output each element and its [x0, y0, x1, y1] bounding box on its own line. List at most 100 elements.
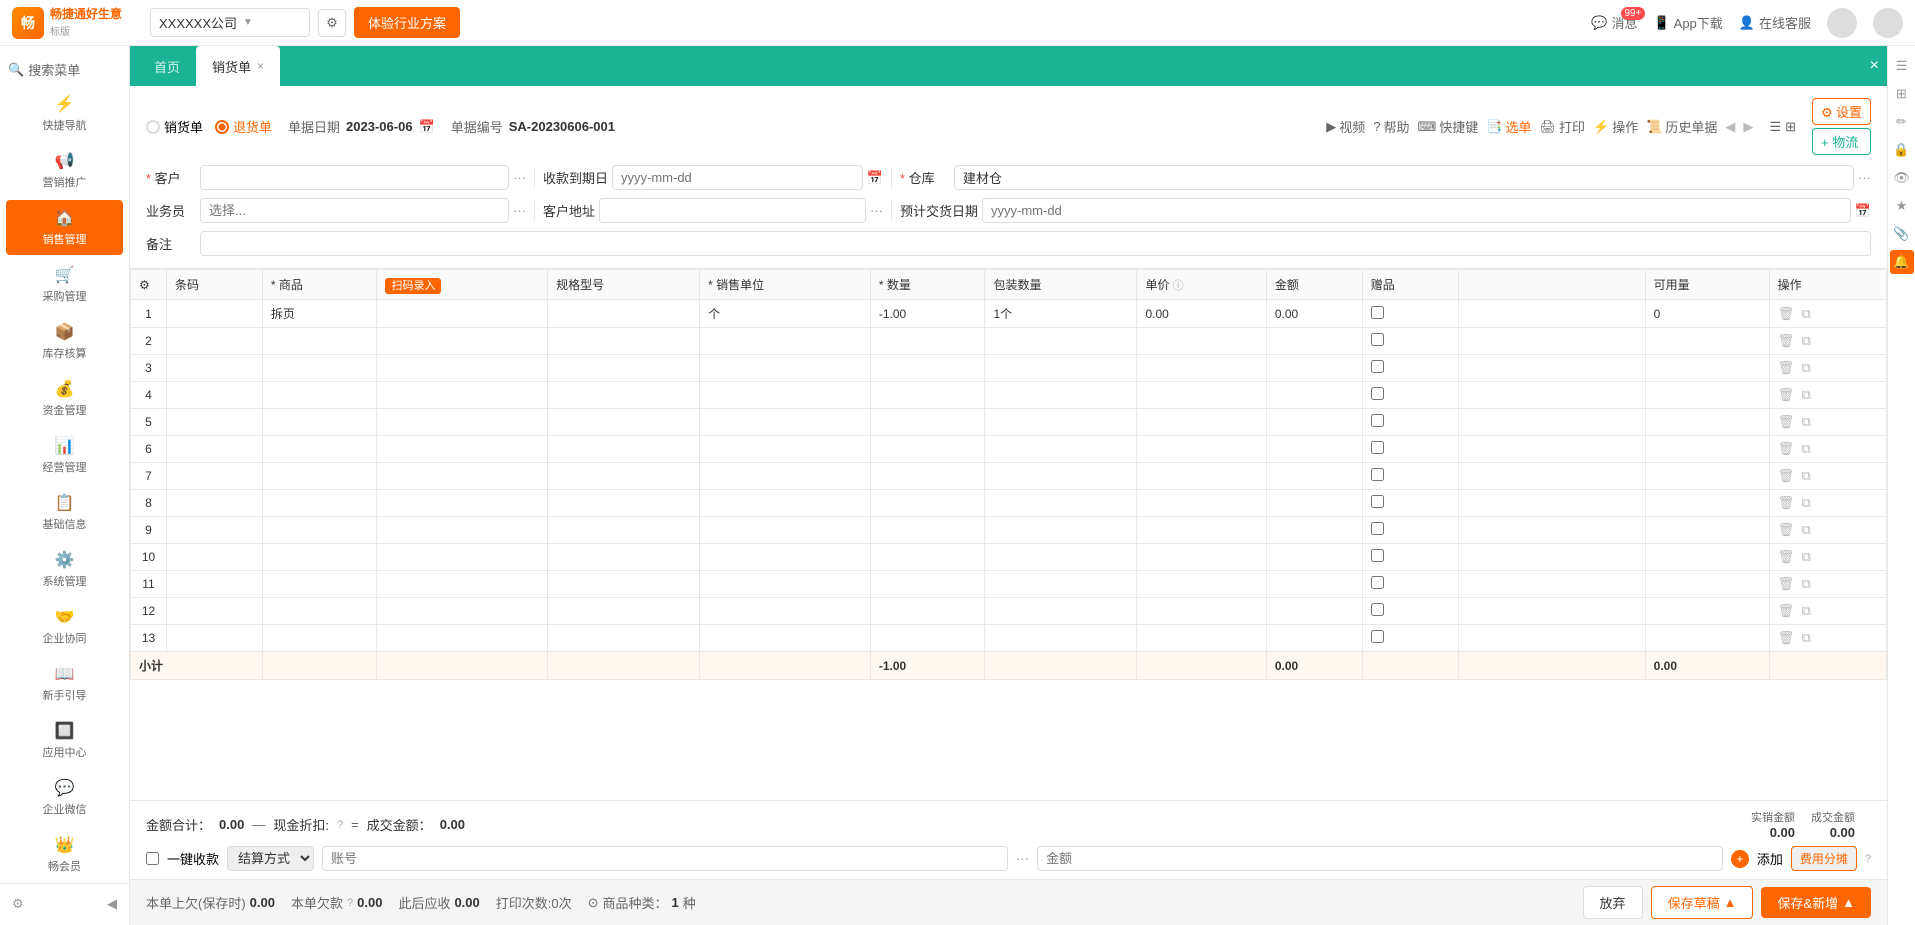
radio-sales-order[interactable]: 销货单 [146, 117, 203, 136]
sidebar-item-enterprise[interactable]: 🤝 企业协同 [6, 599, 123, 654]
row-product[interactable] [262, 409, 377, 436]
row-unit-price[interactable] [1137, 436, 1266, 463]
row-amount[interactable] [1266, 382, 1362, 409]
rt-pencil-btn[interactable]: ✏ [1890, 110, 1914, 134]
radio-return-order[interactable]: 退货单 [215, 117, 272, 136]
doc-num-value[interactable]: SA-20230606-001 [509, 119, 615, 134]
sidebar-item-inventory[interactable]: 📦 库存核算 [6, 314, 123, 369]
row-amount[interactable] [1266, 409, 1362, 436]
expected-date-input[interactable] [982, 198, 1851, 223]
avatar2[interactable] [1873, 8, 1903, 38]
row-qty[interactable] [870, 409, 985, 436]
th-settings[interactable]: ⚙ [131, 270, 167, 300]
sidebar-item-sales[interactable]: 🏠 销售管理 [6, 200, 123, 255]
row-unit[interactable] [700, 436, 871, 463]
settings-icon[interactable]: ⚙ [318, 9, 346, 37]
row-spec[interactable] [548, 463, 700, 490]
row-amount[interactable] [1266, 463, 1362, 490]
staff-input[interactable] [200, 198, 509, 223]
row-unit[interactable] [700, 382, 871, 409]
tab-close-icon[interactable]: × [257, 59, 264, 73]
row-qty[interactable] [870, 571, 985, 598]
row-qty[interactable]: -1.00 [870, 300, 985, 328]
customer-addr-input[interactable] [599, 198, 866, 223]
warehouse-dots[interactable]: ··· [1858, 170, 1871, 185]
row-pkg-qty[interactable] [985, 382, 1137, 409]
delete-icon[interactable]: 🗑 [1778, 603, 1795, 618]
calendar-icon[interactable]: 📅 [419, 119, 435, 135]
row-gift[interactable] [1362, 355, 1458, 382]
delete-icon[interactable]: 🗑 [1778, 441, 1795, 456]
delete-icon[interactable]: 🗑 [1778, 549, 1795, 564]
company-selector[interactable]: XXXXXX公司 ▼ [150, 8, 310, 37]
row-barcode[interactable] [167, 490, 263, 517]
row-gift[interactable] [1362, 409, 1458, 436]
row-spec[interactable] [548, 598, 700, 625]
row-unit-price[interactable] [1137, 490, 1266, 517]
row-spec[interactable] [548, 544, 700, 571]
copy-icon[interactable]: ⧉ [1801, 333, 1810, 348]
rt-clip-btn[interactable]: 📎 [1890, 222, 1914, 246]
copy-icon[interactable]: ⧉ [1801, 441, 1810, 456]
message-button[interactable]: 💬 消息 99+ [1591, 13, 1637, 32]
sidebar-search[interactable]: 🔍 搜索菜单 [0, 54, 129, 85]
logistics-button[interactable]: + 物流 [1812, 128, 1871, 155]
account-dots[interactable]: ··· [1016, 851, 1029, 866]
history-btn[interactable]: 📜 历史单据 [1646, 117, 1717, 136]
row-barcode[interactable] [167, 436, 263, 463]
row-unit-price[interactable] [1137, 463, 1266, 490]
online-service-button[interactable]: 👤 在线客服 [1739, 13, 1811, 32]
row-pkg-qty[interactable] [985, 490, 1137, 517]
copy-icon[interactable]: ⧉ [1801, 468, 1810, 483]
row-amount[interactable] [1266, 571, 1362, 598]
row-pkg-qty[interactable] [985, 598, 1137, 625]
account-input[interactable] [322, 846, 1008, 871]
row-unit[interactable] [700, 463, 871, 490]
row-spec[interactable] [548, 571, 700, 598]
row-pkg-qty[interactable] [985, 409, 1137, 436]
receive-date-calendar-icon[interactable]: 📅 [867, 170, 883, 186]
row-unit-price[interactable] [1137, 328, 1266, 355]
row-spec[interactable] [548, 625, 700, 652]
avatar[interactable] [1827, 8, 1857, 38]
copy-icon[interactable]: ⧉ [1801, 576, 1810, 591]
row-qty[interactable] [870, 463, 985, 490]
row-amount[interactable] [1266, 328, 1362, 355]
print-btn[interactable]: 🖨 打印 [1539, 117, 1585, 136]
row-qty[interactable] [870, 382, 985, 409]
save-new-button[interactable]: 保存&新增 ▲ [1761, 887, 1871, 918]
row-product[interactable] [262, 598, 377, 625]
tabs-close-all-icon[interactable]: × [1870, 57, 1879, 75]
sidebar-item-system[interactable]: ⚙️ 系统管理 [6, 542, 123, 597]
row-product[interactable]: 拆页 [262, 300, 377, 328]
row-qty[interactable] [870, 517, 985, 544]
expected-date-calendar-icon[interactable]: 📅 [1855, 203, 1871, 219]
row-unit[interactable]: 个 [700, 300, 871, 328]
help-btn[interactable]: ? 帮助 [1373, 117, 1409, 136]
add-pay-button[interactable]: + [1731, 850, 1749, 868]
row-barcode[interactable] [167, 382, 263, 409]
delete-icon[interactable]: 🗑 [1778, 495, 1795, 510]
delete-icon[interactable]: 🗑 [1778, 387, 1795, 402]
row-product[interactable] [262, 571, 377, 598]
row-unit-price[interactable] [1137, 544, 1266, 571]
row-gift[interactable] [1362, 517, 1458, 544]
row-qty[interactable] [870, 436, 985, 463]
row-pkg-qty[interactable] [985, 625, 1137, 652]
delete-icon[interactable]: 🗑 [1778, 576, 1795, 591]
view-list-icon[interactable]: ☰ [1769, 119, 1781, 135]
row-unit[interactable] [700, 598, 871, 625]
row-unit-price[interactable] [1137, 409, 1266, 436]
sidebar-item-marketing[interactable]: 📢 营销推广 [6, 143, 123, 198]
row-unit-price[interactable]: 0.00 [1137, 300, 1266, 328]
rt-orange-btn[interactable]: 🔔 [1890, 250, 1914, 274]
row-product[interactable] [262, 436, 377, 463]
row-barcode[interactable] [167, 355, 263, 382]
copy-icon[interactable]: ⧉ [1801, 495, 1810, 510]
row-amount[interactable] [1266, 436, 1362, 463]
row-gift[interactable] [1362, 571, 1458, 598]
row-product[interactable] [262, 625, 377, 652]
row-amount[interactable] [1266, 517, 1362, 544]
row-barcode[interactable] [167, 625, 263, 652]
row-gift[interactable] [1362, 300, 1458, 328]
